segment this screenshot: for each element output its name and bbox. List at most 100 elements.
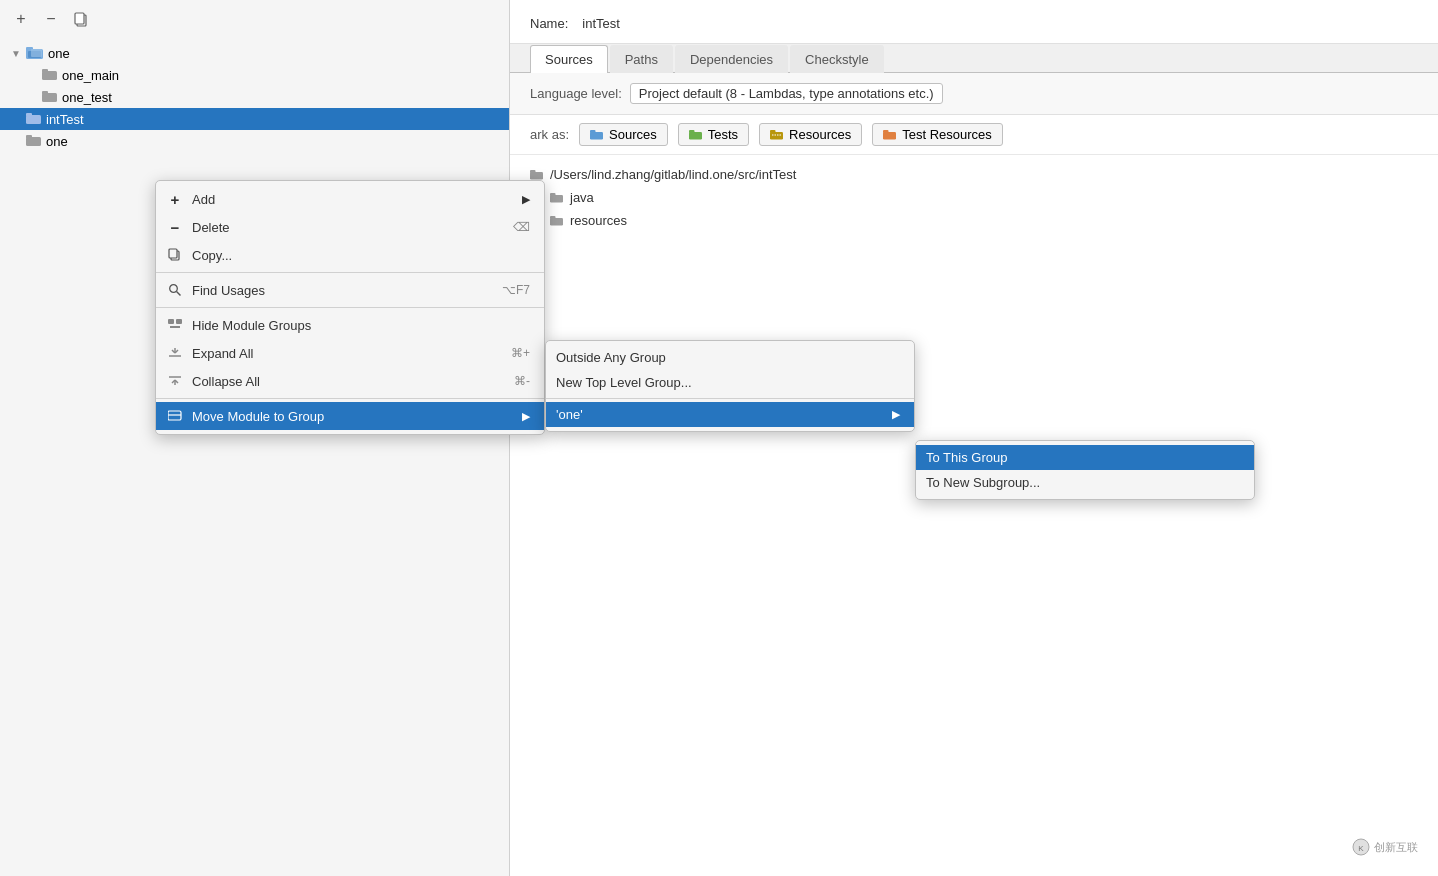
collapse-all-icon [166,372,184,390]
expand-all-shortcut: ⌘+ [511,346,530,360]
mark-as-label: ark as: [530,127,569,142]
mark-as-row: ark as: Sources Tests [510,115,1438,155]
arrow-icon-move-module: ▶ [522,410,530,423]
main-container: + − ▼ one [0,0,1438,876]
delete-shortcut: ⌫ [513,220,530,234]
menu-item-copy[interactable]: Copy... [156,241,544,269]
language-value: Project default (8 - Lambdas, type annot… [630,83,943,104]
svg-rect-23 [530,172,543,180]
svg-rect-25 [550,195,563,203]
mark-tests-button[interactable]: Tests [678,123,749,146]
name-label: Name: [530,16,568,31]
svg-rect-18 [770,132,783,140]
watermark-text: 创新互联 [1374,840,1418,855]
svg-rect-7 [42,69,48,73]
path-java-folder-icon [550,193,564,203]
mark-sources-button[interactable]: Sources [579,123,668,146]
svg-rect-15 [590,130,596,133]
tree-label-one-main: one_main [62,68,119,83]
mark-resources-button[interactable]: Resources [759,123,862,146]
submenu-one-group: To This Group To New Subgroup... [915,440,1255,500]
language-label: Language level: [530,86,622,101]
language-row: Language level: Project default (8 - Lam… [510,73,1438,115]
svg-rect-14 [590,132,603,140]
menu-item-to-new-subgroup[interactable]: To New Subgroup... [916,470,1254,495]
svg-rect-13 [26,135,32,139]
menu-label-move-module: Move Module to Group [192,409,324,424]
svg-rect-21 [883,132,896,140]
resources-folder-icon [770,130,784,140]
menu-item-to-this-group[interactable]: To This Group [916,445,1254,470]
menu-item-add[interactable]: + Add ▶ [156,185,544,213]
menu-item-outside-any-group[interactable]: Outside Any Group [546,345,914,370]
menu-label-expand-all: Expand All [192,346,253,361]
name-row: Name: intTest [510,0,1438,44]
submenu-move-module: Outside Any Group New Top Level Group...… [545,340,915,432]
path-resources: resources [530,209,1418,232]
menu-sep-3 [156,398,544,399]
tab-checkstyle[interactable]: Checkstyle [790,45,884,73]
menu-sep-2 [156,307,544,308]
svg-rect-9 [42,91,48,95]
menu-item-move-module[interactable]: Move Module to Group ▶ [156,402,544,430]
mark-test-resources-button[interactable]: Test Resources [872,123,1003,146]
svg-point-31 [170,285,178,293]
watermark-logo: K [1352,838,1370,856]
tree-item-one-test[interactable]: ▶ one_test [0,86,509,108]
remove-button[interactable]: − [40,8,62,30]
tabs-row: Sources Paths Dependencies Checkstyle [510,44,1438,73]
menu-label-find-usages: Find Usages [192,283,265,298]
menu-item-collapse-all[interactable]: Collapse All ⌘- [156,367,544,395]
tree-item-one2[interactable]: ▶ one [0,130,509,152]
expand-all-icon [166,344,184,362]
test-resources-folder-icon [883,130,897,140]
menu-item-expand-all[interactable]: Expand All ⌘+ [156,339,544,367]
menu-label-to-this-group: To This Group [926,450,1007,465]
path-root-label: /Users/lind.zhang/gitlab/lind.one/src/in… [550,167,796,182]
svg-rect-5 [31,49,42,57]
tree-arrow-one: ▼ [8,45,24,61]
menu-item-find-usages[interactable]: Find Usages ⌥F7 [156,276,544,304]
svg-rect-24 [530,170,536,173]
add-icon: + [166,190,184,208]
path-java: java [530,186,1418,209]
submenu1-sep [546,398,914,399]
name-value: intTest [582,16,620,31]
folder-icon-one2 [26,135,42,147]
add-button[interactable]: + [10,8,32,30]
menu-item-one-group[interactable]: 'one' ▶ [546,402,914,427]
svg-rect-35 [170,326,180,328]
menu-label-to-new-subgroup: To New Subgroup... [926,475,1040,490]
copy-icon [166,246,184,264]
path-java-label: java [570,190,594,205]
menu-item-new-top-level[interactable]: New Top Level Group... [546,370,914,395]
hide-module-groups-icon [166,316,184,334]
menu-label-outside-any-group: Outside Any Group [556,350,666,365]
move-module-icon [166,407,184,425]
tab-dependencies[interactable]: Dependencies [675,45,788,73]
copy-button[interactable] [70,8,92,30]
path-resources-label: resources [570,213,627,228]
tree-label-inttest: intTest [46,112,84,127]
context-menu: + Add ▶ − Delete ⌫ Copy... [155,180,545,435]
tree-item-inttest[interactable]: ▶ intTest [0,108,509,130]
menu-label-one-group: 'one' [556,407,583,422]
tree-item-one[interactable]: ▼ one [0,42,509,64]
svg-rect-33 [168,319,174,324]
tree-item-one-main[interactable]: ▶ one_main [0,64,509,86]
menu-item-hide-module-groups[interactable]: Hide Module Groups [156,311,544,339]
tree-area: ▼ one ▶ one_main ▶ [0,38,509,876]
path-root-folder-icon [530,170,544,180]
svg-rect-30 [169,249,177,258]
toolbar: + − [0,0,509,38]
path-root: /Users/lind.zhang/gitlab/lind.one/src/in… [530,163,1418,186]
svg-rect-11 [26,113,32,117]
tab-sources[interactable]: Sources [530,45,608,73]
folder-icon-one-main [42,69,58,81]
tab-paths[interactable]: Paths [610,45,673,73]
svg-rect-16 [689,132,702,140]
menu-label-add: Add [192,192,215,207]
svg-rect-28 [550,216,556,219]
menu-item-delete[interactable]: − Delete ⌫ [156,213,544,241]
svg-text:K: K [1358,844,1364,853]
